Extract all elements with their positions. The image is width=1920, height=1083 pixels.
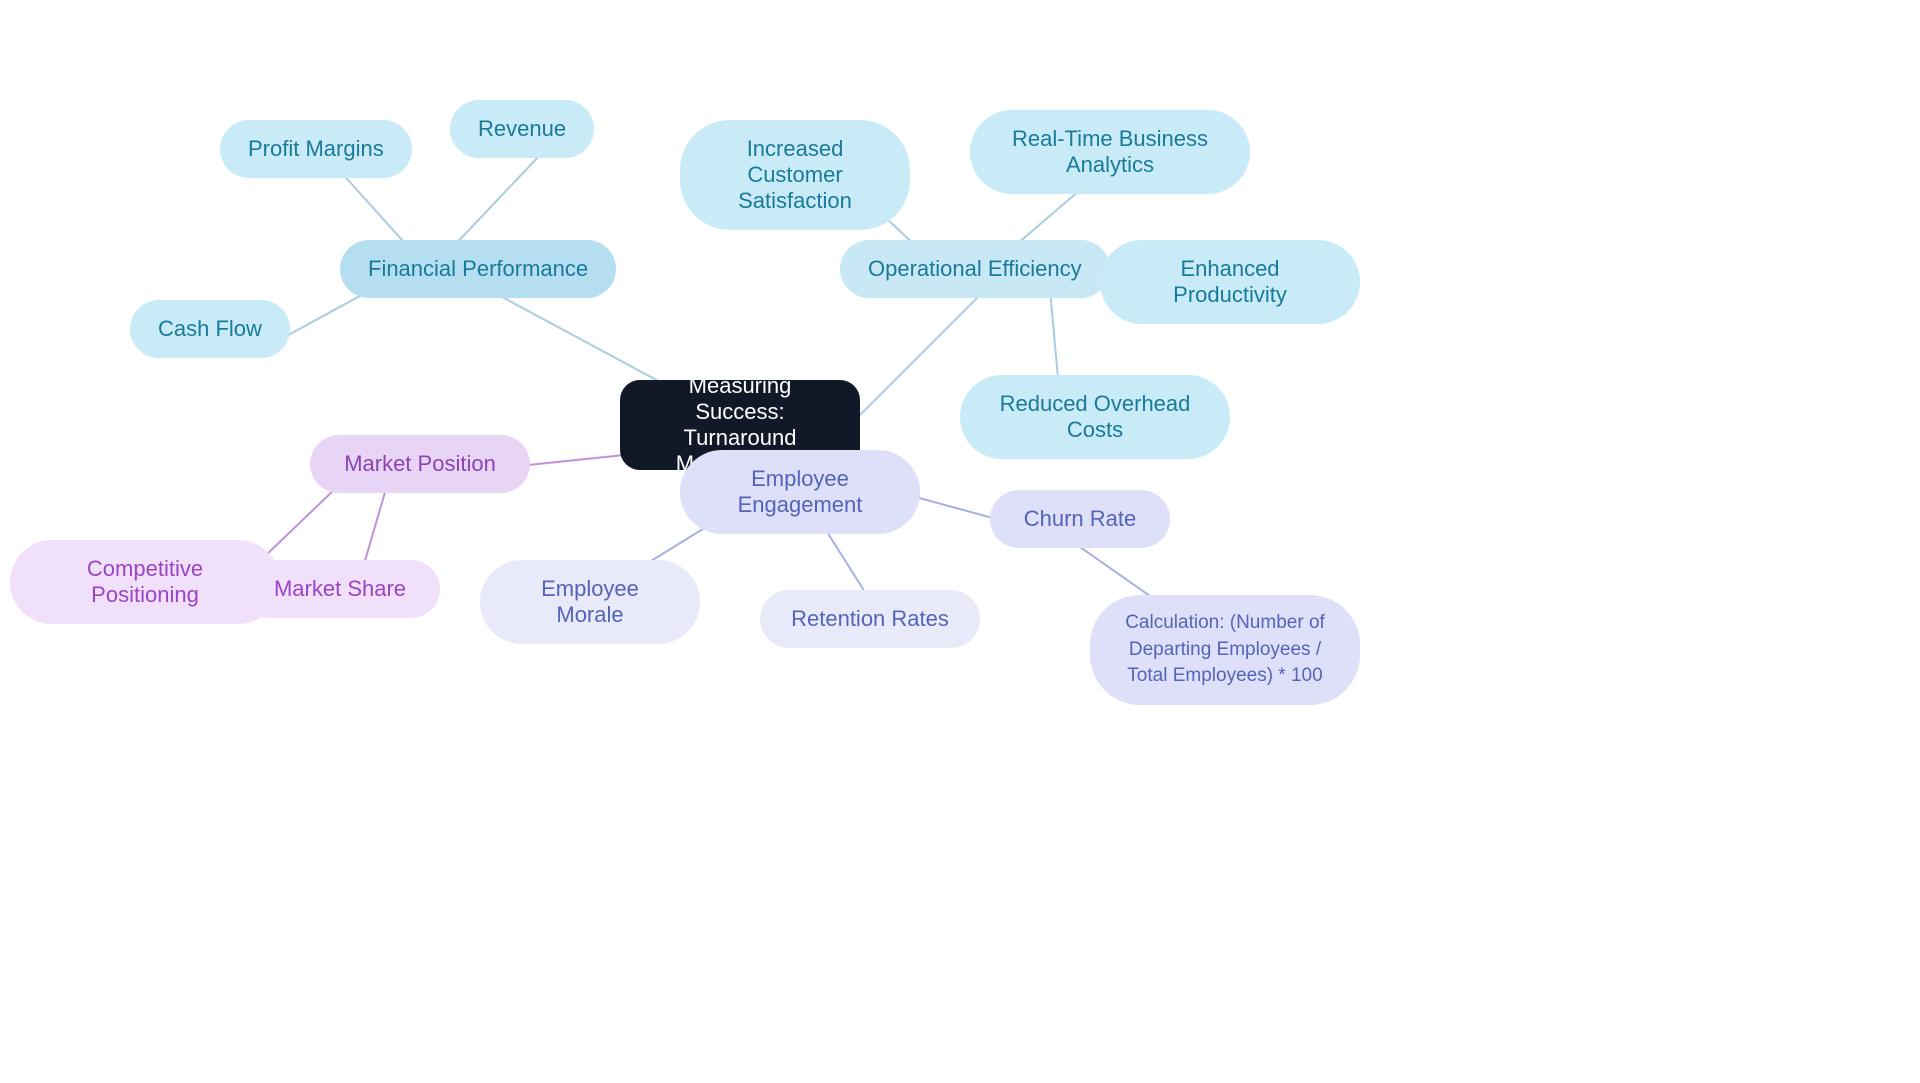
reduced-overhead-node: Reduced Overhead Costs	[960, 375, 1230, 459]
profit-margins-node: Profit Margins	[220, 120, 412, 178]
customer-satisfaction-node: Increased Customer Satisfaction	[680, 120, 910, 230]
real-time-analytics-node: Real-Time Business Analytics	[970, 110, 1250, 194]
enhanced-productivity-node: Enhanced Productivity	[1100, 240, 1360, 324]
competitive-positioning-node: Competitive Positioning	[10, 540, 280, 624]
employee-morale-node: Employee Morale	[480, 560, 700, 644]
market-position-node: Market Position	[310, 435, 530, 493]
revenue-node: Revenue	[450, 100, 594, 158]
retention-rates-node: Retention Rates	[760, 590, 980, 648]
operational-efficiency-node: Operational Efficiency	[840, 240, 1110, 298]
calculation-node: Calculation: (Number of Departing Employ…	[1090, 595, 1360, 705]
mindmap-container: Measuring Success: Turnaround Management…	[0, 0, 1920, 1083]
churn-rate-node: Churn Rate	[990, 490, 1170, 548]
employee-engagement-node: Employee Engagement	[680, 450, 920, 534]
financial-performance-node: Financial Performance	[340, 240, 616, 298]
market-share-node: Market Share	[240, 560, 440, 618]
cash-flow-node: Cash Flow	[130, 300, 290, 358]
